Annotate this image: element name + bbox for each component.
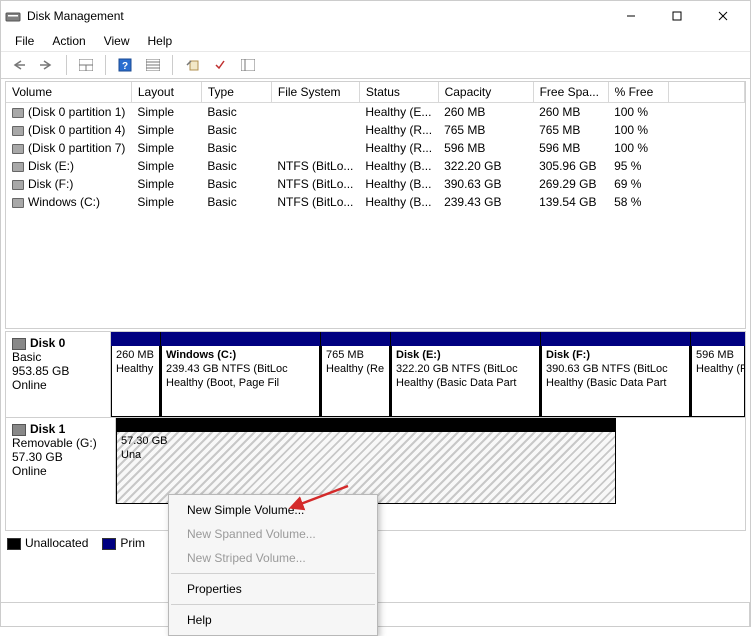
- column-header[interactable]: Layout: [131, 82, 201, 103]
- context-menu-item[interactable]: Properties: [169, 577, 377, 601]
- partition[interactable]: 260 MBHealthy: [111, 332, 161, 417]
- disk-icon: [12, 338, 26, 350]
- menu-help[interactable]: Help: [140, 32, 181, 50]
- table-row[interactable]: Windows (C:)SimpleBasicNTFS (BitLo...Hea…: [6, 193, 745, 211]
- disk-icon: [12, 424, 26, 436]
- help-button[interactable]: ?: [113, 54, 137, 76]
- toolbar: ?: [1, 51, 750, 79]
- table-row[interactable]: Disk (E:)SimpleBasicNTFS (BitLo...Health…: [6, 157, 745, 175]
- partition[interactable]: Disk (E:)322.20 GB NTFS (BitLocHealthy (…: [391, 332, 541, 417]
- column-header[interactable]: Status: [359, 82, 438, 103]
- partition[interactable]: 57.30 GBUna: [116, 418, 616, 504]
- menu-action[interactable]: Action: [44, 32, 93, 50]
- menu-separator: [171, 604, 375, 605]
- column-header[interactable]: Volume: [6, 82, 131, 103]
- context-menu-item: New Spanned Volume...: [169, 522, 377, 546]
- column-header[interactable]: % Free: [608, 82, 668, 103]
- table-row[interactable]: (Disk 0 partition 1)SimpleBasicHealthy (…: [6, 103, 745, 122]
- view-split-button[interactable]: [74, 54, 98, 76]
- volume-icon: [12, 198, 24, 208]
- table-row[interactable]: (Disk 0 partition 7)SimpleBasicHealthy (…: [6, 139, 745, 157]
- legend-item: Unallocated: [7, 536, 88, 550]
- checkmark-button[interactable]: [208, 54, 232, 76]
- partition[interactable]: Windows (C:)239.43 GB NTFS (BitLocHealth…: [161, 332, 321, 417]
- context-menu-item[interactable]: New Simple Volume...: [169, 498, 377, 522]
- column-header[interactable]: File System: [271, 82, 359, 103]
- app-icon: [5, 8, 21, 24]
- menu-separator: [171, 573, 375, 574]
- menubar: FileActionViewHelp: [1, 31, 750, 51]
- context-menu-item: New Striped Volume...: [169, 546, 377, 570]
- volume-icon: [12, 144, 24, 154]
- disk-row: Disk 1Removable (G:)57.30 GBOnline57.30 …: [6, 418, 745, 504]
- disk-info[interactable]: Disk 0Basic953.85 GBOnline: [6, 332, 111, 417]
- partition[interactable]: 596 MBHealthy (R: [691, 332, 745, 417]
- column-header[interactable]: Type: [201, 82, 271, 103]
- list-view-button[interactable]: [236, 54, 260, 76]
- column-header[interactable]: Capacity: [438, 82, 533, 103]
- context-menu: New Simple Volume...New Spanned Volume..…: [168, 494, 378, 636]
- svg-text:?: ?: [122, 61, 128, 72]
- menu-file[interactable]: File: [7, 32, 42, 50]
- volume-icon: [12, 162, 24, 172]
- minimize-button[interactable]: [608, 1, 654, 31]
- properties-button[interactable]: [180, 54, 204, 76]
- table-row[interactable]: (Disk 0 partition 4)SimpleBasicHealthy (…: [6, 121, 745, 139]
- menu-view[interactable]: View: [96, 32, 138, 50]
- forward-button[interactable]: [35, 54, 59, 76]
- window-title: Disk Management: [27, 9, 608, 23]
- column-header[interactable]: Free Spa...: [533, 82, 608, 103]
- volume-icon: [12, 108, 24, 118]
- partition[interactable]: Disk (F:)390.63 GB NTFS (BitLocHealthy (…: [541, 332, 691, 417]
- view-list-button[interactable]: [141, 54, 165, 76]
- disk-info[interactable]: Disk 1Removable (G:)57.30 GBOnline: [6, 418, 116, 504]
- partition[interactable]: 765 MBHealthy (Re: [321, 332, 391, 417]
- table-row[interactable]: Disk (F:)SimpleBasicNTFS (BitLo...Health…: [6, 175, 745, 193]
- context-menu-item[interactable]: Help: [169, 608, 377, 632]
- close-button[interactable]: [700, 1, 746, 31]
- maximize-button[interactable]: [654, 1, 700, 31]
- legend-item: Prim: [102, 536, 145, 550]
- back-button[interactable]: [7, 54, 31, 76]
- volume-icon: [12, 180, 24, 190]
- volume-icon: [12, 126, 24, 136]
- volume-table[interactable]: VolumeLayoutTypeFile SystemStatusCapacit…: [5, 81, 746, 329]
- disk-row: Disk 0Basic953.85 GBOnline260 MBHealthyW…: [6, 332, 745, 418]
